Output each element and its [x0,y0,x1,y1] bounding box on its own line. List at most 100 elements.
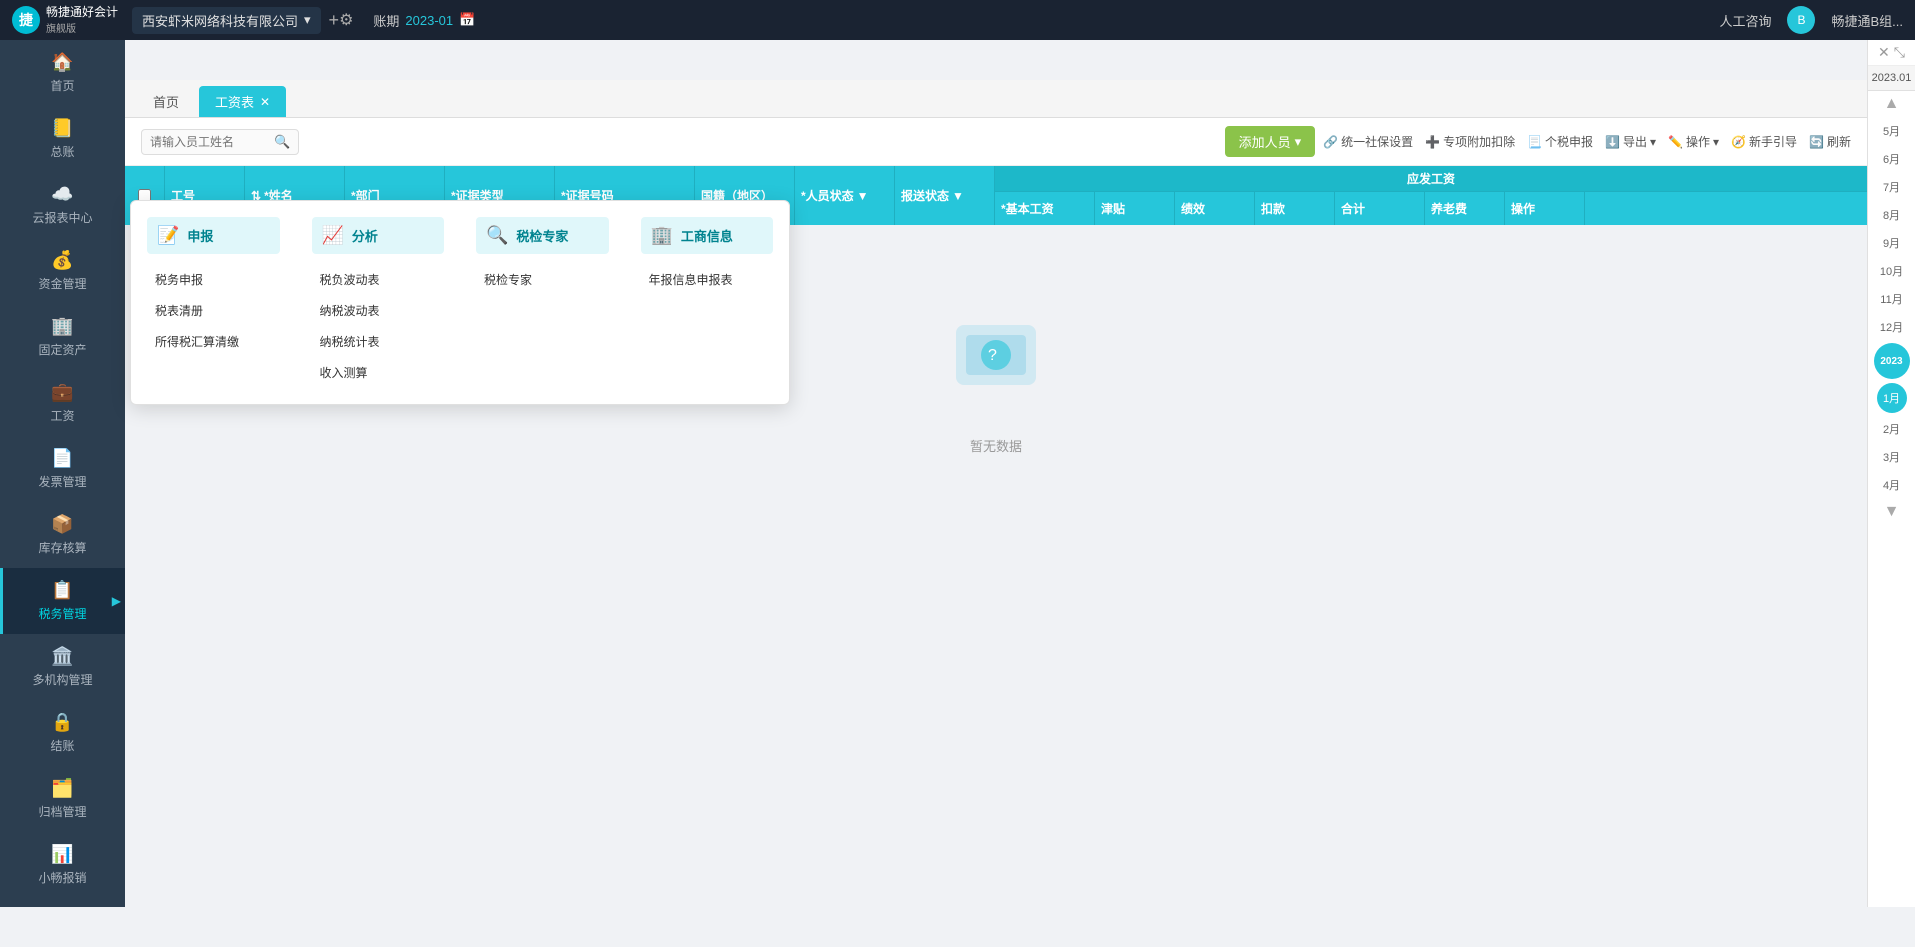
svg-text:?: ? [988,347,997,364]
cal-month-3[interactable]: 3月 [1868,443,1915,471]
cal-month-12[interactable]: 12月 [1868,313,1915,341]
personal-tax-btn[interactable]: 📃 个税申报 [1527,133,1593,150]
th-total: 合计 [1335,192,1425,225]
sidebar-label-report: 小畅报销 [38,869,86,886]
th-subsidy: 津贴 [1095,192,1175,225]
cal-month-5[interactable]: 5月 [1868,117,1915,145]
menu-item-income-tax[interactable]: 所得税汇算清缴 [147,326,280,357]
sidebar-item-fund[interactable]: 💰 资金管理 [0,238,125,304]
sidebar-label-salary: 工资 [50,407,74,424]
human-service[interactable]: 人工咨询 [1719,11,1771,30]
cloud-icon: ☁️ [51,184,73,205]
company-name: 西安虾米网络科技有限公司 [142,11,298,30]
add-person-button[interactable]: 添加人员 ▾ [1225,126,1316,157]
period-label: 账期 [373,11,399,30]
cal-month-11[interactable]: 11月 [1868,285,1915,313]
close-panel-icon[interactable]: ✕ [1878,44,1890,61]
sidebar-item-tax[interactable]: 📋 税务管理 ▶ [0,568,125,634]
sidebar-item-invoice[interactable]: 📄 发票管理 [0,436,125,502]
company-selector[interactable]: 西安虾米网络科技有限公司 ▾ [132,7,321,34]
menu-item-tax-expert[interactable]: 税检专家 [476,264,609,295]
expand-panel-icon[interactable]: ⤡ [1894,44,1905,61]
social-insurance-btn[interactable]: 🔗 统一社保设置 [1323,133,1413,150]
cal-month-8[interactable]: 8月 [1868,201,1915,229]
user-name[interactable]: 畅捷通B组... [1831,11,1903,30]
sidebar-item-home[interactable]: 🏠 首页 [0,40,125,106]
filter-icon-send[interactable]: ▼ [952,189,964,203]
sidebar-item-multi-org[interactable]: 🏛️ 多机构管理 [0,634,125,700]
cal-nav-down[interactable]: ▼ [1880,499,1904,525]
menu-item-tax-declare[interactable]: 税务申报 [147,264,280,295]
toolbar: 🔍 添加人员 ▾ 🔗 统一社保设置 ➕ 专项附加扣除 📃 个税申报 ⬇️ 导出 … [125,118,1867,166]
sidebar-item-report[interactable]: 📊 小畅报销 [0,832,125,898]
menu-section-declaration: 📝 申报 税务申报 税表清册 所得税汇算清缴 [131,201,296,404]
cal-month-7[interactable]: 7月 [1868,173,1915,201]
salary-icon: 💼 [51,382,73,403]
cal-month-9[interactable]: 9月 [1868,229,1915,257]
archive-icon: 🗂️ [51,778,73,799]
calendar-icon[interactable]: 📅 [459,12,475,28]
search-box: 🔍 [141,129,299,155]
search-input[interactable] [150,135,270,149]
panel-period: 2023.01 [1872,72,1912,84]
operation-btn[interactable]: ✏️ 操作 ▾ [1668,133,1719,150]
logo-area: 捷 畅捷通好会计 旗舰版 [12,5,132,34]
refresh-icon: 🔄 [1809,135,1824,149]
empty-illustration: ? [946,305,1046,424]
assets-icon: 🏢 [51,316,73,337]
link-icon: 🔗 [1323,135,1338,149]
sidebar-item-salary[interactable]: 💼 工资 [0,370,125,436]
cal-month-2[interactable]: 2月 [1868,415,1915,443]
special-deduct-btn[interactable]: ➕ 专项附加扣除 [1425,133,1515,150]
cal-year-2023[interactable]: 2023 [1874,343,1910,379]
sidebar-arrow-icon: ▶ [112,594,121,608]
cal-nav-up[interactable]: ▲ [1880,91,1904,117]
th-send-status: 报送状态 ▼ [895,166,995,225]
sidebar-label-tax: 税务管理 [38,605,86,622]
tab-home[interactable]: 首页 [137,86,195,117]
tab-salary-label: 工资表 [215,92,254,111]
menu-item-tax-payment[interactable]: 纳税波动表 [312,295,445,326]
tab-bar: 首页 工资表 ✕ [125,80,1867,118]
sidebar-item-cloud-report[interactable]: ☁️ 云报表中心 [0,172,125,238]
cal-month-10[interactable]: 10月 [1868,257,1915,285]
th-deduction: 扣款 [1255,192,1335,225]
sidebar-item-archive[interactable]: 🗂️ 归档管理 [0,766,125,832]
cal-month-4[interactable]: 4月 [1868,471,1915,499]
menu-item-income-estimate[interactable]: 收入测算 [312,357,445,388]
guide-btn[interactable]: 🧭 新手引导 [1731,133,1797,150]
tab-salary[interactable]: 工资表 ✕ [199,86,286,117]
sidebar-label-invoice: 发票管理 [38,473,86,490]
analysis-icon: 📈 [322,225,344,246]
menu-item-tax-table[interactable]: 税表清册 [147,295,280,326]
refresh-btn[interactable]: 🔄 刷新 [1809,133,1851,150]
toolbar-actions: 🔗 统一社保设置 ➕ 专项附加扣除 📃 个税申报 ⬇️ 导出 ▾ ✏️ 操作 ▾ [1323,133,1851,150]
header-add-button[interactable]: + [329,10,340,31]
multi-org-icon: 🏛️ [51,646,73,667]
sidebar-item-fixed-assets[interactable]: 🏢 固定资产 [0,304,125,370]
menu-section-header-declaration: 📝 申报 [147,217,280,254]
sidebar-label-cloud: 云报表中心 [32,209,92,226]
tab-close-icon[interactable]: ✕ [260,95,270,109]
export-btn[interactable]: ⬇️ 导出 ▾ [1605,133,1656,150]
sidebar-item-close-account[interactable]: 🔒 结账 [0,700,125,766]
filter-icon[interactable]: ▼ [857,189,869,203]
menu-item-tax-stats[interactable]: 纳税统计表 [312,326,445,357]
header-actions: 人工咨询 B 畅捷通B组... [1719,6,1903,34]
report-icon: 📊 [51,844,73,865]
th-status: *人员状态 ▼ [795,166,895,225]
panel-close-row: ✕ ⤡ [1868,40,1915,66]
chevron-down-icon: ▾ [304,12,311,28]
cal-month-1[interactable]: 1月 [1877,383,1907,413]
menu-item-annual-report[interactable]: 年报信息申报表 [641,264,774,295]
chevron-down-icon: ▾ [1295,134,1302,150]
invoice-icon: 📄 [51,448,73,469]
menu-section-header-analysis: 📈 分析 [312,217,445,254]
menu-item-tax-burden[interactable]: 税负波动表 [312,264,445,295]
sidebar-item-settings[interactable]: ⚙️ 基础设置 [0,898,125,907]
sidebar-label-inventory: 库存核算 [38,539,86,556]
sidebar-item-ledger[interactable]: 📒 总账 [0,106,125,172]
cal-month-6[interactable]: 6月 [1868,145,1915,173]
sidebar-item-inventory[interactable]: 📦 库存核算 [0,502,125,568]
header-settings-button[interactable]: ⚙ [339,10,353,30]
